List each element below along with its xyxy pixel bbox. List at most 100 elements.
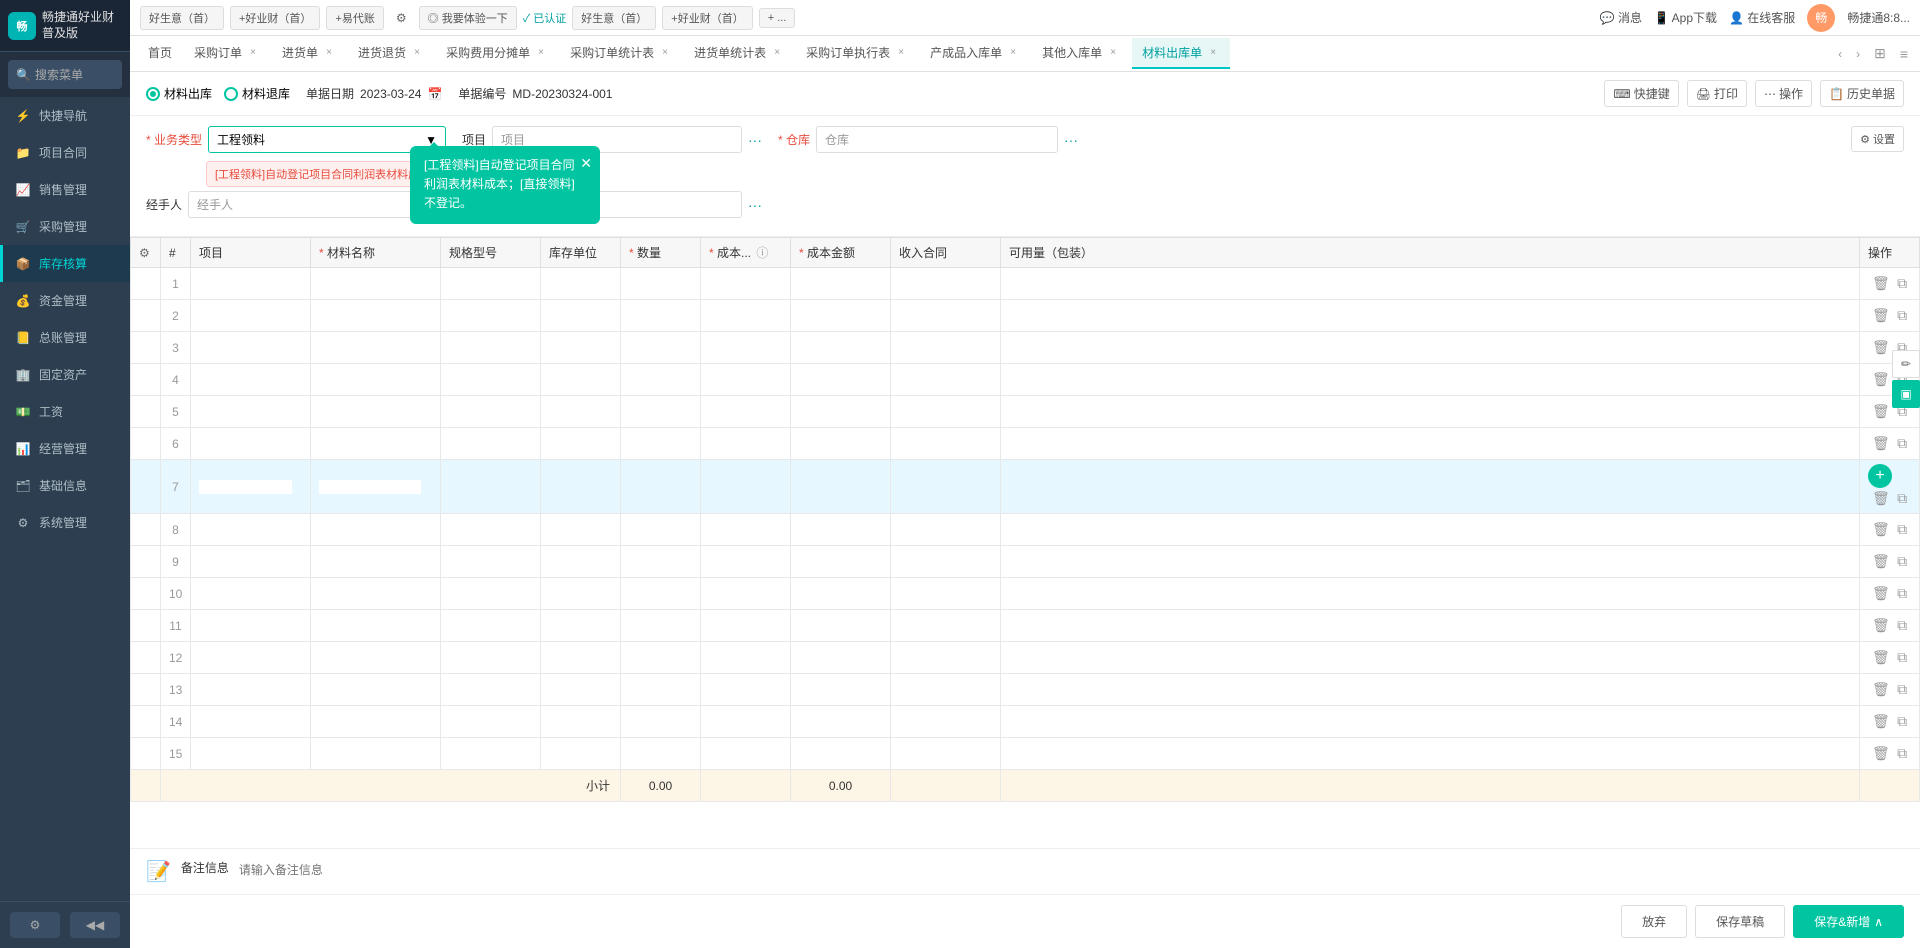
row-income-contract-cell[interactable] [891,674,1001,706]
row-spec-cell[interactable] [441,428,541,460]
row-spec-cell[interactable] [441,364,541,396]
row-qty-cell[interactable] [621,428,701,460]
row-cost-amount-cell[interactable] [791,332,891,364]
row-material-cell[interactable] [311,738,441,770]
delete-row-button[interactable]: 🗑 [1870,519,1892,540]
date-value[interactable]: 2023-03-24 [360,87,421,101]
row-cost-cell[interactable] [701,332,791,364]
row-cost-cell[interactable] [701,364,791,396]
row-material-cell[interactable] [311,642,441,674]
row-qty-cell[interactable] [621,706,701,738]
delete-row-button[interactable]: 🗑 [1870,551,1892,572]
row-item-cell[interactable] [191,514,311,546]
row-material-cell[interactable] [311,460,441,514]
row-item-cell[interactable] [191,706,311,738]
tab-other-in[interactable]: 其他入库单 × [1032,38,1130,69]
save-draft-button[interactable]: 保存草稿 [1695,905,1785,938]
row-unit-cell[interactable] [541,642,621,674]
row-cost-cell[interactable] [701,460,791,514]
discard-button[interactable]: 放弃 [1621,905,1687,938]
row-available-cell[interactable] [1001,546,1860,578]
row-available-cell[interactable] [1001,642,1860,674]
row-qty-cell[interactable] [621,738,701,770]
row-available-cell[interactable] [1001,300,1860,332]
row-cost-amount-cell[interactable] [791,546,891,578]
row-unit-cell[interactable] [541,546,621,578]
row-unit-cell[interactable] [541,578,621,610]
row-available-cell[interactable] [1001,674,1860,706]
row-unit-cell[interactable] [541,332,621,364]
shortcut-btn[interactable]: ⌨ 快捷键 [1604,80,1678,107]
ops-btn[interactable]: ⋯ 操作 [1755,80,1812,107]
row-cost-amount-cell[interactable] [791,642,891,674]
sidebar-item-purchase[interactable]: 🛒 采购管理 [0,208,130,245]
row-item-cell[interactable] [191,300,311,332]
sidebar-item-project-contract[interactable]: 📁 项目合同 [0,134,130,171]
row-spec-cell[interactable] [441,610,541,642]
table-settings-icon[interactable]: ⚙ [139,246,150,260]
remark-input[interactable] [239,859,1904,881]
row-cost-cell[interactable] [701,674,791,706]
row-unit-cell[interactable] [541,514,621,546]
row-material-cell[interactable] [311,428,441,460]
th-settings[interactable]: ⚙ [131,238,161,268]
tabs-view-toggle[interactable]: ⊞ [1870,43,1890,64]
radio-material-return[interactable]: 材料退库 [224,85,290,102]
row-material-cell[interactable] [311,546,441,578]
tab-purchase-order[interactable]: 采购订单 × [184,38,270,69]
warehouse-more-btn[interactable]: ··· [1064,132,1078,148]
row-cost-amount-cell[interactable] [791,514,891,546]
row-unit-cell[interactable] [541,738,621,770]
row-unit-cell[interactable] [541,610,621,642]
row-spec-cell[interactable] [441,514,541,546]
row-cost-amount-cell[interactable] [791,578,891,610]
row-spec-cell[interactable] [441,460,541,514]
save-new-button[interactable]: 保存&新增 ∧ [1793,905,1904,938]
delete-row-button[interactable]: 🗑 [1870,647,1892,668]
row-available-cell[interactable] [1001,364,1860,396]
income-contract-more-btn[interactable]: ··· [748,197,762,213]
topbar-tag-good-wealth[interactable]: +好业财（首） [230,6,320,30]
row-qty-cell[interactable] [621,546,701,578]
row-item-cell[interactable] [191,268,311,300]
delete-row-button[interactable]: 🗑 [1870,369,1892,390]
row-qty-cell[interactable] [621,396,701,428]
tab-close-goods-in[interactable]: × [322,46,336,60]
row-spec-cell[interactable] [441,268,541,300]
row-qty-cell[interactable] [621,268,701,300]
row-income-contract-cell[interactable] [891,642,1001,674]
row-material-cell[interactable] [311,268,441,300]
row-material-input[interactable] [319,480,421,494]
row-material-cell[interactable] [311,396,441,428]
row-cost-cell[interactable] [701,578,791,610]
tab-close-goods-in-return[interactable]: × [410,46,424,60]
row-material-cell[interactable] [311,332,441,364]
tooltip-close-btn[interactable]: ✕ [580,152,592,174]
row-cost-cell[interactable] [701,300,791,332]
row-available-cell[interactable] [1001,396,1860,428]
add-row-button[interactable]: + [1868,464,1892,488]
row-unit-cell[interactable] [541,396,621,428]
row-spec-cell[interactable] [441,642,541,674]
right-panel-btn-1[interactable]: ✏ [1892,350,1920,378]
row-qty-cell[interactable] [621,610,701,642]
row-cost-cell[interactable] [701,514,791,546]
tab-close-purchase-exec[interactable]: × [894,46,908,60]
topbar-tag-good-biz[interactable]: 好生意（首） [140,6,224,30]
row-cost-cell[interactable] [701,738,791,770]
tab-purchase-expense[interactable]: 采购费用分摊单 × [436,38,558,69]
row-item-cell[interactable] [191,674,311,706]
row-spec-cell[interactable] [441,706,541,738]
row-cost-cell[interactable] [701,428,791,460]
topbar-trial-btn[interactable]: ◎ 我要体验一下 [419,6,517,30]
topbar-setting-icon[interactable]: ⚙ [390,8,413,28]
topbar-tag-more[interactable]: + ... [759,8,796,28]
row-cost-cell[interactable] [701,610,791,642]
sidebar-item-ledger[interactable]: 📒 总账管理 [0,319,130,356]
delete-row-button[interactable]: 🗑 [1870,583,1892,604]
topbar-tag-good-biz2[interactable]: 好生意（首） [572,6,656,30]
sidebar-item-sales[interactable]: 📈 销售管理 [0,171,130,208]
tab-purchase-stat[interactable]: 采购订单统计表 × [560,38,682,69]
row-unit-cell[interactable] [541,460,621,514]
copy-row-button[interactable]: ⧉ [1895,433,1909,454]
